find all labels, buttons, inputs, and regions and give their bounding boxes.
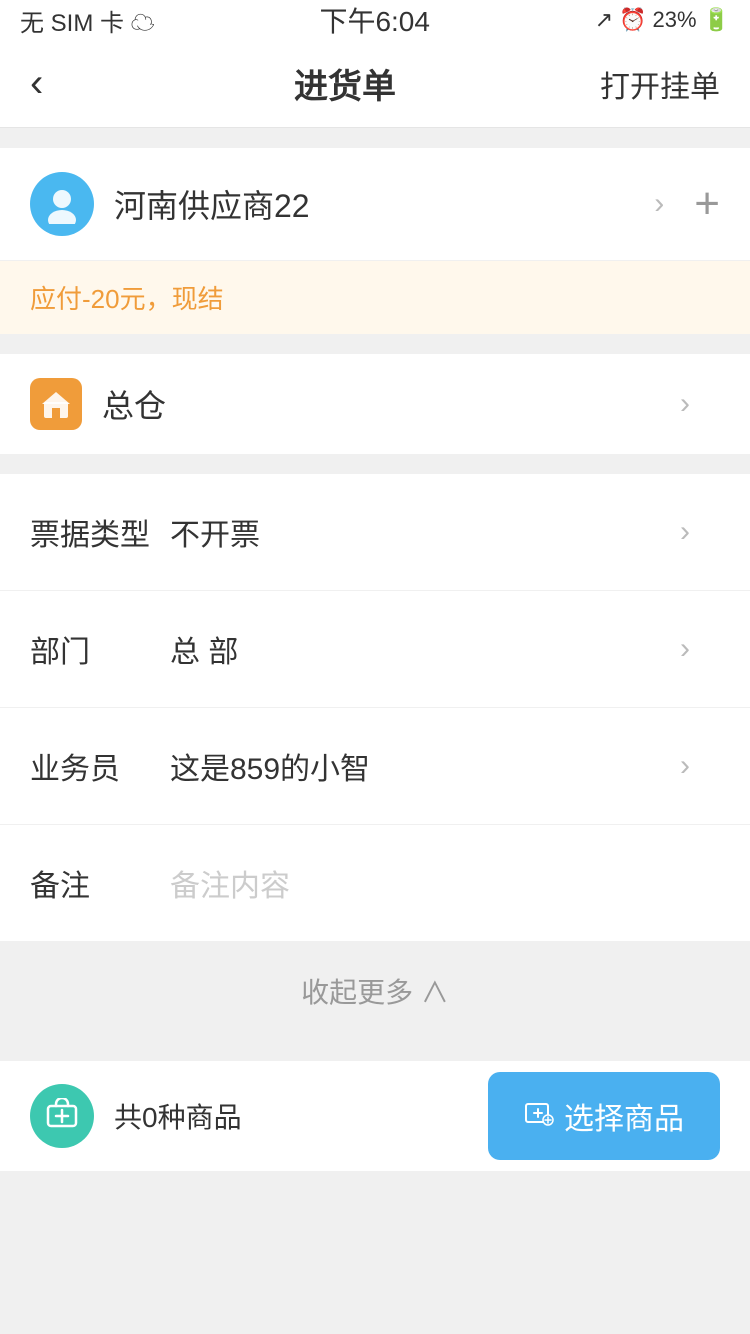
- add-supplier-button[interactable]: +: [694, 182, 720, 226]
- supplier-card: 河南供应商22 › + 应付-20元，现结: [0, 148, 750, 334]
- department-row[interactable]: 部门 总 部 ›: [0, 590, 750, 707]
- section-gap-4: [0, 1041, 750, 1061]
- department-arrow-icon: ›: [680, 632, 690, 666]
- battery-label: 23%: [653, 7, 697, 33]
- back-button[interactable]: ‹: [30, 61, 90, 106]
- status-bar: 无 SIM 卡 ☁ 下午6:04 ↗ ⏰ 23% 🔋: [0, 0, 750, 40]
- salesman-label: 业务员: [30, 744, 170, 788]
- open-pending-button[interactable]: 打开挂单: [600, 62, 720, 106]
- status-bar-right: ↗ ⏰ 23% 🔋: [595, 7, 730, 33]
- select-product-button[interactable]: 选择商品: [488, 1072, 720, 1160]
- bottom-bar: 共0种商品 选择商品: [0, 1061, 750, 1171]
- invoice-type-row[interactable]: 票据类型 不开票 ›: [0, 474, 750, 590]
- section-gap-3: [0, 454, 750, 474]
- product-count: 共0种商品: [114, 1096, 488, 1136]
- warehouse-name: 总仓: [102, 381, 680, 427]
- department-value: 总 部: [170, 627, 680, 671]
- sim-label: 无 SIM 卡 ☁: [20, 3, 155, 38]
- alarm-icon: ⏰: [619, 7, 646, 33]
- product-cart-icon: [30, 1084, 94, 1148]
- warehouse-arrow-icon: ›: [680, 387, 690, 421]
- invoice-type-label: 票据类型: [30, 510, 170, 554]
- select-product-icon: [524, 1098, 554, 1135]
- supplier-arrow-icon: ›: [654, 187, 664, 221]
- status-bar-left: 无 SIM 卡 ☁: [20, 3, 155, 38]
- invoice-type-value: 不开票: [170, 510, 680, 554]
- warehouse-card: 总仓 ›: [0, 354, 750, 454]
- department-label: 部门: [30, 627, 170, 671]
- salesman-value: 这是859的小智: [170, 744, 680, 788]
- location-icon: ↗: [595, 7, 613, 33]
- page-title: 进货单: [294, 59, 396, 108]
- nav-bar: ‹ 进货单 打开挂单: [0, 40, 750, 128]
- select-product-label: 选择商品: [564, 1094, 684, 1138]
- supplier-avatar: [30, 172, 94, 236]
- section-gap-2: [0, 334, 750, 354]
- remark-row[interactable]: 备注 备注内容: [0, 824, 750, 941]
- battery-icon: 🔋: [703, 7, 730, 33]
- salesman-row[interactable]: 业务员 这是859的小智 ›: [0, 707, 750, 824]
- remark-label: 备注: [30, 861, 170, 905]
- supplier-row[interactable]: 河南供应商22 › +: [0, 148, 750, 261]
- status-bar-time: 下午6:04: [319, 0, 430, 40]
- supplier-name: 河南供应商22: [114, 181, 654, 227]
- collapse-text: 收起更多 ∧: [301, 971, 449, 1011]
- warehouse-row[interactable]: 总仓 ›: [0, 354, 750, 454]
- salesman-arrow-icon: ›: [680, 749, 690, 783]
- collapse-row[interactable]: 收起更多 ∧: [0, 941, 750, 1041]
- remark-input[interactable]: 备注内容: [170, 861, 720, 905]
- section-gap-1: [0, 128, 750, 148]
- form-card: 票据类型 不开票 › 部门 总 部 › 业务员 这是859的小智 › 备注 备注…: [0, 474, 750, 941]
- notice-bar: 应付-20元，现结: [0, 261, 750, 334]
- invoice-type-arrow-icon: ›: [680, 515, 690, 549]
- warehouse-icon: [30, 378, 82, 430]
